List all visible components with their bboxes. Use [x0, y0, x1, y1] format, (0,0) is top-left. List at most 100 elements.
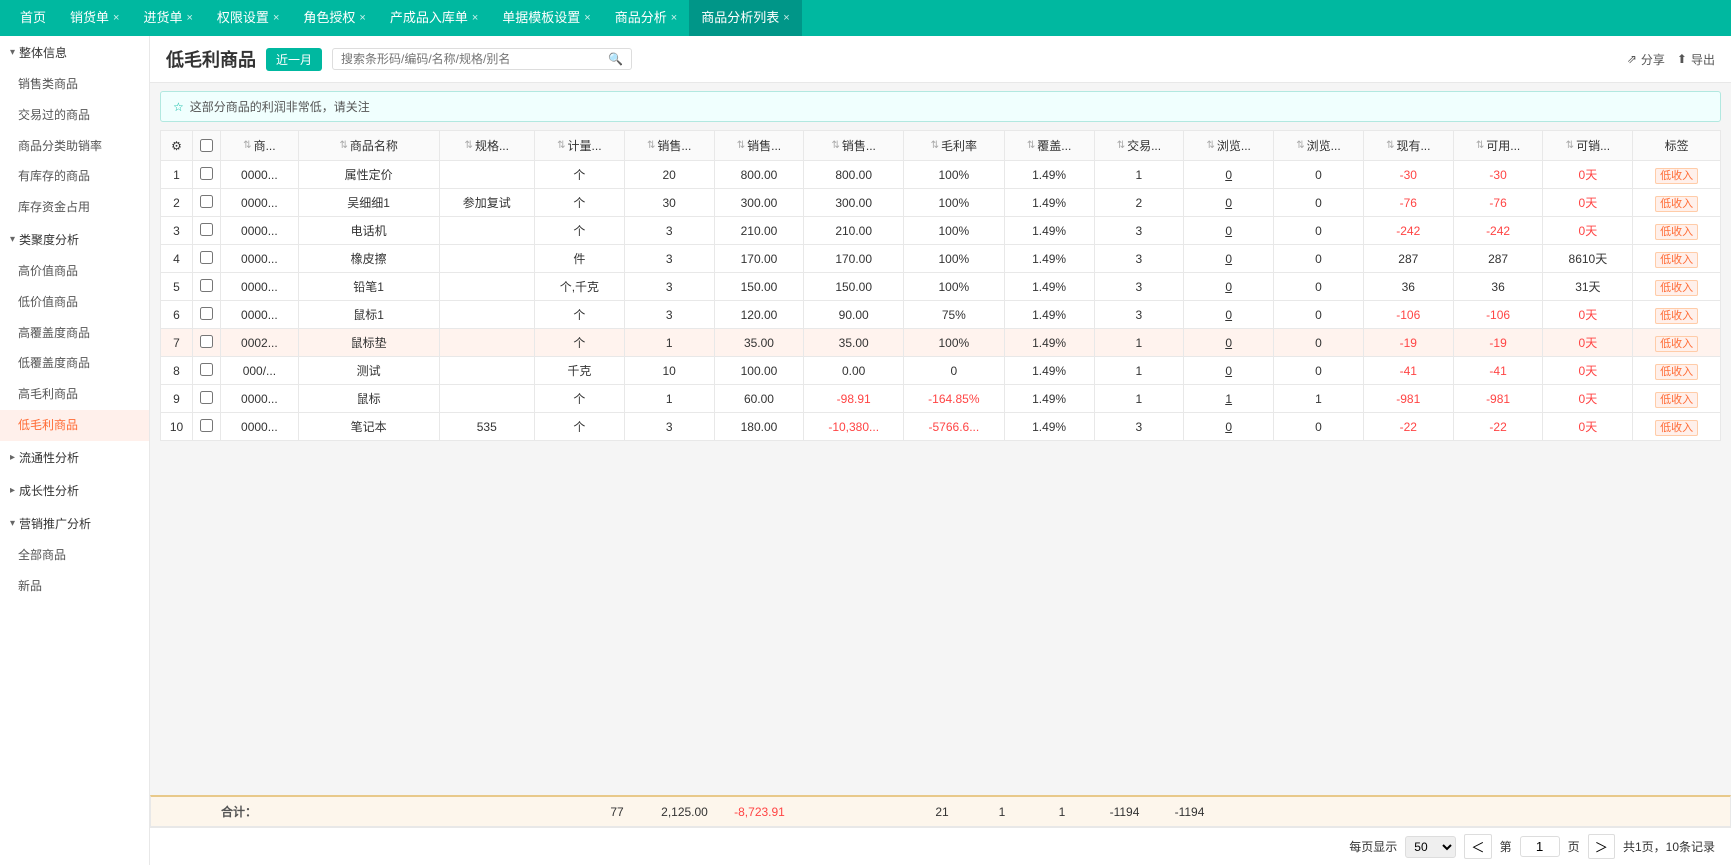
cell-browse1[interactable]: 1 [1184, 385, 1274, 413]
sidebar-section-growth[interactable]: ▸ 成长性分析 [0, 474, 149, 507]
nav-product-entry[interactable]: 产成品入库单 × [378, 0, 490, 36]
col-unit[interactable]: ⇅计量... [534, 131, 624, 161]
cell-checkbox[interactable] [193, 217, 221, 245]
cell-browse1[interactable]: 0 [1184, 301, 1274, 329]
nav-permission-close[interactable]: × [273, 0, 279, 36]
col-gross-rate[interactable]: ⇅毛利率 [904, 131, 1005, 161]
nav-template[interactable]: 单据模板设置 × [490, 0, 602, 36]
cell-browse1[interactable]: 0 [1184, 273, 1274, 301]
sidebar-item-capital[interactable]: 库存资金占用 [0, 192, 149, 223]
nav-goods-analysis[interactable]: 商品分析 × [603, 0, 689, 36]
row-checkbox[interactable] [200, 391, 213, 404]
next-page-button[interactable]: ＞ [1588, 834, 1615, 859]
prev-page-button[interactable]: ＜ [1464, 834, 1491, 859]
sidebar-item-traded-goods[interactable]: 交易过的商品 [0, 100, 149, 131]
cell-checkbox[interactable] [193, 413, 221, 441]
cell-browse1[interactable]: 0 [1184, 413, 1274, 441]
col-code[interactable]: ⇅商... [221, 131, 299, 161]
col-tag[interactable]: 标签 [1633, 131, 1721, 161]
sidebar-item-high-value[interactable]: 高价值商品 [0, 256, 149, 287]
sidebar-item-sales-goods[interactable]: 销售类商品 [0, 69, 149, 100]
nav-home[interactable]: 首页 [8, 0, 58, 36]
nav-product-entry-close[interactable]: × [472, 0, 478, 36]
sidebar-section-circulation[interactable]: ▸ 流通性分析 [0, 441, 149, 474]
sidebar-section-overall[interactable]: ▾ 整体信息 [0, 36, 149, 69]
row-checkbox[interactable] [200, 363, 213, 376]
nav-goods-analysis-close[interactable]: × [671, 0, 677, 36]
sidebar-item-low-value[interactable]: 低价值商品 [0, 287, 149, 318]
row-checkbox[interactable] [200, 335, 213, 348]
footer-sales-qty: 77 [587, 805, 647, 819]
cell-browse1[interactable]: 0 [1184, 357, 1274, 385]
cell-browse1[interactable]: 0 [1184, 329, 1274, 357]
nav-goods-analysis-list[interactable]: 商品分析列表 × [689, 0, 801, 36]
sidebar-item-high-coverage[interactable]: 高覆盖度商品 [0, 318, 149, 349]
row-checkbox[interactable] [200, 167, 213, 180]
col-transaction[interactable]: ⇅交易... [1094, 131, 1184, 161]
cell-browse1[interactable]: 0 [1184, 217, 1274, 245]
nav-purchase[interactable]: 进货单 × [131, 0, 204, 36]
cell-browse1[interactable]: 0 [1184, 189, 1274, 217]
cell-unit: 千克 [534, 357, 624, 385]
cell-name: 鼠标1 [298, 301, 439, 329]
col-sales-profit[interactable]: ⇅销售... [804, 131, 904, 161]
cell-browse2: 0 [1274, 217, 1364, 245]
filter-button[interactable]: 近一月 [266, 48, 322, 71]
col-sales-qty[interactable]: ⇅销售... [624, 131, 714, 161]
col-coverage[interactable]: ⇅覆盖... [1004, 131, 1094, 161]
nav-role-close[interactable]: × [359, 0, 365, 36]
nav-role[interactable]: 角色授权 × [291, 0, 377, 36]
nav-purchase-close[interactable]: × [186, 0, 192, 36]
page-input[interactable] [1520, 836, 1560, 857]
share-button[interactable]: ⇗ 分享 [1627, 51, 1665, 68]
cell-browse1[interactable]: 0 [1184, 245, 1274, 273]
col-current-stock[interactable]: ⇅现有... [1363, 131, 1453, 161]
col-name[interactable]: ⇅商品名称 [298, 131, 439, 161]
row-checkbox[interactable] [200, 419, 213, 432]
sidebar-item-all-goods[interactable]: 全部商品 [0, 540, 149, 571]
row-checkbox[interactable] [200, 279, 213, 292]
cell-checkbox[interactable] [193, 329, 221, 357]
col-settings[interactable]: ⚙ [161, 131, 193, 161]
cell-checkbox[interactable] [193, 161, 221, 189]
sidebar-section-cluster[interactable]: ▾ 类聚度分析 [0, 223, 149, 256]
sidebar-item-low-coverage[interactable]: 低覆盖度商品 [0, 348, 149, 379]
nav-goods-analysis-list-close[interactable]: × [783, 0, 789, 36]
cell-checkbox[interactable] [193, 357, 221, 385]
sidebar-item-stock-goods[interactable]: 有库存的商品 [0, 161, 149, 192]
nav-template-close[interactable]: × [584, 0, 590, 36]
cell-checkbox[interactable] [193, 189, 221, 217]
col-available[interactable]: ⇅可用... [1453, 131, 1543, 161]
select-all-checkbox[interactable] [200, 139, 213, 152]
col-saleable[interactable]: ⇅可销... [1543, 131, 1633, 161]
search-input[interactable] [341, 52, 604, 66]
nav-sales-close[interactable]: × [113, 0, 119, 36]
col-browse1[interactable]: ⇅浏览... [1184, 131, 1274, 161]
nav-sales[interactable]: 销货单 × [58, 0, 131, 36]
sort-icon-browse1: ⇅ [1206, 140, 1214, 151]
tag-badge: 低收入 [1655, 168, 1698, 184]
row-checkbox[interactable] [200, 223, 213, 236]
sidebar-item-category-rate[interactable]: 商品分类助销率 [0, 131, 149, 162]
cell-transaction: 1 [1094, 161, 1184, 189]
cell-checkbox[interactable] [193, 273, 221, 301]
sidebar-section-marketing[interactable]: ▾ 营销推广分析 [0, 507, 149, 540]
sidebar-item-low-profit[interactable]: 低毛利商品 [0, 410, 149, 441]
per-page-select[interactable]: 50 20 100 [1405, 836, 1456, 858]
row-checkbox[interactable] [200, 195, 213, 208]
search-icon[interactable]: 🔍 [608, 52, 623, 66]
sort-icon-gross-rate: ⇅ [931, 140, 939, 151]
cell-browse1[interactable]: 0 [1184, 161, 1274, 189]
col-sales-amount[interactable]: ⇅销售... [714, 131, 804, 161]
cell-checkbox[interactable] [193, 301, 221, 329]
export-button[interactable]: ⬆ 导出 [1677, 51, 1715, 68]
cell-checkbox[interactable] [193, 245, 221, 273]
sidebar-item-new-goods[interactable]: 新品 [0, 571, 149, 602]
col-spec[interactable]: ⇅规格... [439, 131, 534, 161]
sidebar-item-high-profit[interactable]: 高毛利商品 [0, 379, 149, 410]
cell-checkbox[interactable] [193, 385, 221, 413]
row-checkbox[interactable] [200, 307, 213, 320]
col-browse2[interactable]: ⇅浏览... [1274, 131, 1364, 161]
nav-permission[interactable]: 权限设置 × [205, 0, 291, 36]
row-checkbox[interactable] [200, 251, 213, 264]
